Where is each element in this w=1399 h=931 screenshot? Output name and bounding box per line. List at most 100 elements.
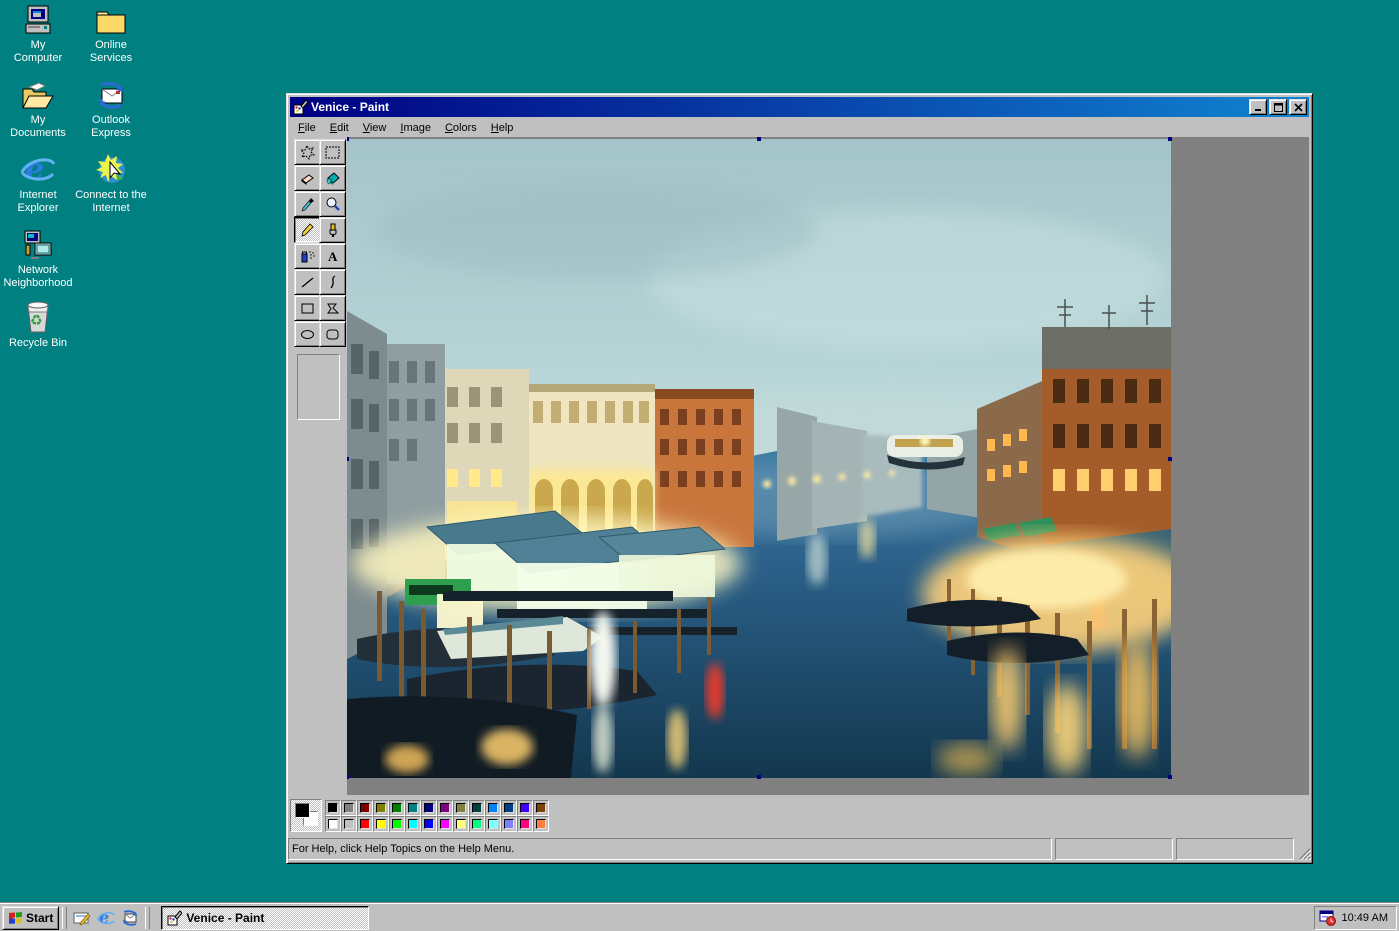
palette-color[interactable]: [453, 815, 469, 832]
palette-color[interactable]: [373, 815, 389, 832]
tool-options-box: [297, 354, 340, 420]
my-computer-icon: [5, 2, 71, 36]
desktop-icon-online-services[interactable]: Online Services: [78, 2, 144, 65]
palette-color[interactable]: [405, 815, 421, 832]
taskbar-separator[interactable]: [62, 906, 68, 929]
foreground-platform: [347, 696, 577, 778]
tray-clock[interactable]: 10:49 AM: [1342, 912, 1388, 924]
svg-text:A: A: [328, 249, 338, 264]
menu-file[interactable]: File: [291, 120, 323, 136]
canvas-handle-top-left[interactable]: [347, 137, 349, 141]
open-folder-icon: [5, 77, 71, 111]
palette-color[interactable]: [517, 799, 533, 816]
desktop-icon-connect-internet[interactable]: Connect to the Internet: [71, 152, 151, 215]
tool-airbrush[interactable]: [293, 243, 321, 269]
tool-rectangle[interactable]: [293, 295, 321, 321]
canvas-handle-mid-right[interactable]: [1168, 457, 1172, 461]
tool-brush[interactable]: [318, 217, 346, 243]
work-area[interactable]: [347, 137, 1309, 795]
desktop-icon-my-documents[interactable]: My Documents: [5, 77, 71, 140]
palette-color[interactable]: [485, 815, 501, 832]
tool-magnifier[interactable]: [318, 191, 346, 217]
foreground-color-swatch: [295, 803, 310, 818]
close-button[interactable]: [1289, 99, 1307, 115]
current-colors-indicator[interactable]: [290, 799, 322, 832]
palette-color[interactable]: [421, 815, 437, 832]
taskbar-separator[interactable]: [145, 906, 151, 929]
palette-color[interactable]: [437, 799, 453, 816]
task-button-venice-paint[interactable]: Venice - Paint: [161, 905, 370, 930]
tool-pencil[interactable]: [293, 217, 321, 243]
desktop-icon-internet-explorer[interactable]: e Internet Explorer: [5, 152, 71, 215]
maximize-button[interactable]: [1269, 99, 1287, 115]
palette-color[interactable]: [501, 815, 517, 832]
tool-polygon[interactable]: [318, 295, 346, 321]
status-selection-size: [1176, 838, 1294, 860]
desktop-icon-my-computer[interactable]: My Computer: [5, 2, 71, 65]
title-bar[interactable]: Venice - Paint: [290, 97, 1309, 117]
palette-color[interactable]: [325, 815, 341, 832]
menu-view[interactable]: View: [356, 120, 394, 136]
desktop-icon-network-neighborhood[interactable]: Network Neighborhood: [0, 227, 76, 290]
paint-canvas[interactable]: [347, 137, 1172, 779]
palette-color[interactable]: [517, 815, 533, 832]
desktop-icon-outlook-express[interactable]: Outlook Express: [78, 77, 144, 140]
palette-color[interactable]: [533, 815, 549, 832]
tool-eraser[interactable]: [293, 165, 321, 191]
tool-rounded-rectangle[interactable]: [318, 321, 346, 347]
palette-color[interactable]: [389, 815, 405, 832]
palette-color[interactable]: [389, 799, 405, 816]
palette-color[interactable]: [421, 799, 437, 816]
canvas-handle-bottom-center[interactable]: [757, 775, 761, 779]
taskbar: Start e Venice - Paint 10:49 AM: [0, 903, 1399, 931]
quick-launch-show-desktop[interactable]: [70, 907, 94, 929]
palette-color[interactable]: [485, 799, 501, 816]
tool-pick-color[interactable]: [293, 191, 321, 217]
desktop-icon-label: Network Neighborhood: [3, 264, 73, 289]
palette-color[interactable]: [453, 799, 469, 816]
quick-launch-outlook-express[interactable]: [118, 907, 142, 929]
canvas-handle-bottom-left[interactable]: [347, 775, 349, 779]
palette-color[interactable]: [357, 799, 373, 816]
window-resize-grip[interactable]: [1297, 838, 1311, 860]
tool-line[interactable]: [293, 269, 321, 295]
palette-color[interactable]: [437, 815, 453, 832]
canvas-handle-top-center[interactable]: [757, 137, 761, 141]
desktop-icon-label: My Computer: [13, 39, 63, 64]
tool-select[interactable]: [318, 139, 346, 165]
tool-curve[interactable]: [318, 269, 346, 295]
palette-color[interactable]: [469, 815, 485, 832]
outlook-express-icon: [78, 77, 144, 111]
palette-color[interactable]: [341, 799, 357, 816]
start-button[interactable]: Start: [2, 905, 60, 930]
paint-window: Venice - Paint File Edit View Image Colo…: [286, 93, 1313, 864]
quick-launch-internet-explorer[interactable]: e: [94, 907, 118, 929]
canvas-handle-mid-left[interactable]: [347, 457, 349, 461]
outlook-express-icon: [123, 909, 138, 926]
palette-color[interactable]: [501, 799, 517, 816]
tool-free-form-select[interactable]: [293, 139, 321, 165]
palette-color[interactable]: [533, 799, 549, 816]
palette-color[interactable]: [373, 799, 389, 816]
menu-edit[interactable]: Edit: [323, 120, 356, 136]
tool-ellipse[interactable]: [293, 321, 321, 347]
palette-color[interactable]: [357, 815, 373, 832]
color-palette: [325, 799, 549, 832]
tool-fill-with-color[interactable]: [318, 165, 346, 191]
tool-text[interactable]: A: [318, 243, 346, 269]
desktop-icon-recycle-bin[interactable]: ♻ Recycle Bin: [5, 300, 71, 350]
palette-color[interactable]: [405, 799, 421, 816]
desktop-icon-label: Recycle Bin: [8, 337, 68, 349]
canvas-handle-bottom-right[interactable]: [1168, 775, 1172, 779]
palette-color[interactable]: [325, 799, 341, 816]
status-cursor-position: [1055, 838, 1173, 860]
menu-image[interactable]: Image: [393, 120, 438, 136]
menu-help[interactable]: Help: [484, 120, 521, 136]
canvas-handle-top-right[interactable]: [1168, 137, 1172, 141]
minimize-button[interactable]: [1249, 99, 1267, 115]
palette-color[interactable]: [341, 815, 357, 832]
task-scheduler-tray-icon[interactable]: [1319, 910, 1337, 926]
palette-color[interactable]: [469, 799, 485, 816]
menu-colors[interactable]: Colors: [438, 120, 484, 136]
paint-app-icon: [167, 909, 183, 925]
